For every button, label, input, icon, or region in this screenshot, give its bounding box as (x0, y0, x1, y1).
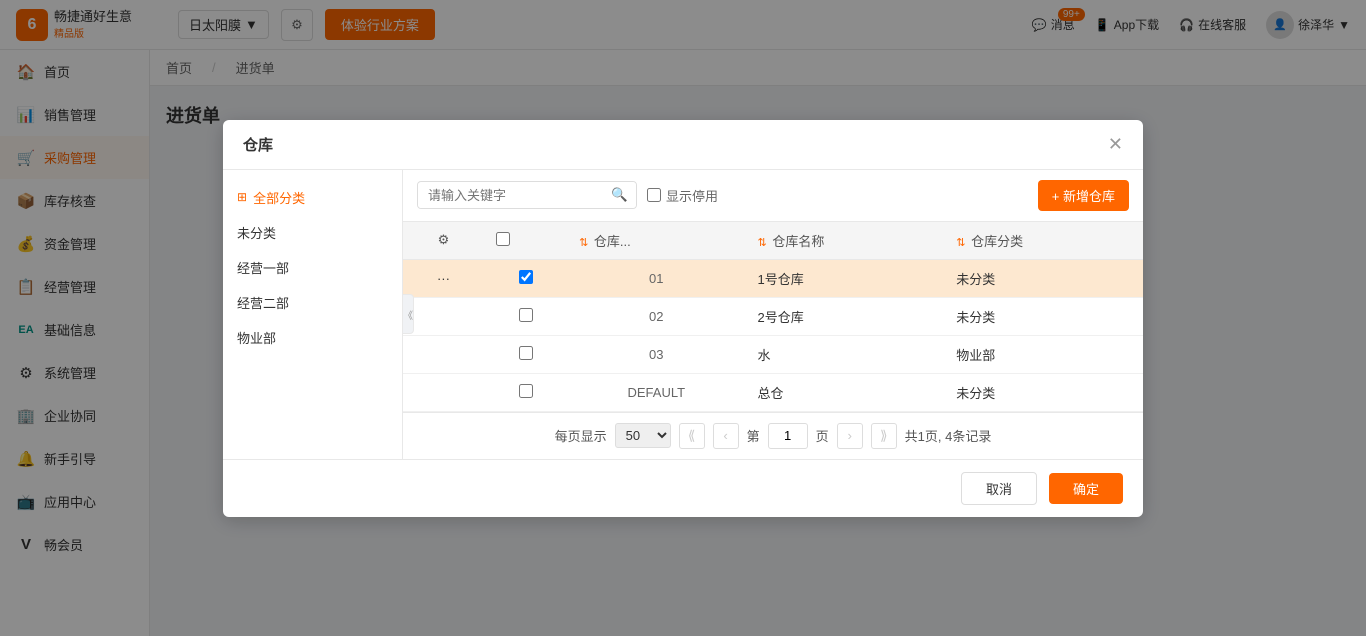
th-warehouse-name[interactable]: ⇅ 仓库名称 (745, 222, 944, 260)
row-checkbox[interactable] (519, 384, 533, 398)
tree-item-all[interactable]: ⊞ 全部分类 (223, 180, 402, 215)
dialog-header: 仓库 ✕ (223, 120, 1143, 170)
sort-icon: ⇅ (579, 237, 588, 249)
row-checkbox-cell (484, 297, 567, 335)
prev-page-button[interactable]: ‹ (713, 423, 739, 449)
dialog-title: 仓库 (243, 134, 273, 155)
page-label: 第 (747, 426, 760, 445)
warehouse-table: ⚙ ⇅ 仓库... ⇅ (403, 222, 1143, 412)
total-info: 共1页, 4条记录 (905, 426, 992, 445)
dialog-footer: 取消 确定 (223, 459, 1143, 517)
show-disabled-label: 显示停用 (647, 186, 718, 205)
row-category: 未分类 (944, 373, 1143, 411)
tree-item-uncategorized[interactable]: 未分类 (223, 215, 402, 250)
page-unit: 页 (816, 426, 829, 445)
row-actions[interactable] (403, 335, 484, 373)
per-page-label: 每页显示 (555, 426, 607, 445)
row-id: DEFAULT (567, 373, 745, 411)
cancel-button[interactable]: 取消 (961, 472, 1037, 505)
category-tree-panel: ⊞ 全部分类 未分类 经营一部 经营二部 物业部 《 (223, 170, 403, 459)
table-row[interactable]: ··· 01 1号仓库 未分类 (403, 259, 1143, 297)
row-id: 03 (567, 335, 745, 373)
warehouse-table-container: ⚙ ⇅ 仓库... ⇅ (403, 222, 1143, 412)
table-row[interactable]: 03 水 物业部 (403, 335, 1143, 373)
dialog-close-button[interactable]: ✕ (1108, 134, 1123, 155)
row-name: 总仓 (745, 373, 944, 411)
page-number-input[interactable] (768, 423, 808, 449)
search-button[interactable]: 🔍 (603, 182, 636, 208)
pagination: 每页显示 50 100 200 ⟪ ‹ 第 页 › ⟫ 共1页, 4条记录 (403, 412, 1143, 459)
row-actions[interactable] (403, 373, 484, 411)
show-disabled-checkbox[interactable] (647, 188, 661, 202)
th-checkbox (484, 222, 567, 260)
dialog-body: ⊞ 全部分类 未分类 经营一部 经营二部 物业部 《 (223, 170, 1143, 459)
last-page-button[interactable]: ⟫ (871, 423, 897, 449)
table-row[interactable]: DEFAULT 总仓 未分类 (403, 373, 1143, 411)
search-input[interactable] (418, 183, 603, 208)
tree-panel-toggle[interactable]: 《 (402, 294, 414, 334)
first-page-button[interactable]: ⟪ (679, 423, 705, 449)
row-id: 01 (567, 259, 745, 297)
confirm-button[interactable]: 确定 (1049, 473, 1123, 504)
th-warehouse-category[interactable]: ⇅ 仓库分类 (944, 222, 1143, 260)
tree-item-ops-2[interactable]: 经营二部 (223, 285, 402, 320)
row-actions[interactable] (403, 297, 484, 335)
row-name: 2号仓库 (745, 297, 944, 335)
row-actions[interactable]: ··· (403, 259, 484, 297)
grid-icon: ⊞ (237, 190, 247, 204)
select-all-checkbox[interactable] (496, 232, 510, 246)
row-checkbox[interactable] (519, 346, 533, 360)
th-setting[interactable]: ⚙ (403, 222, 484, 260)
add-warehouse-button[interactable]: + 新增仓库 (1038, 180, 1129, 211)
row-category: 物业部 (944, 335, 1143, 373)
row-name: 1号仓库 (745, 259, 944, 297)
row-checkbox-cell (484, 335, 567, 373)
page-size-select[interactable]: 50 100 200 (615, 423, 671, 448)
row-id: 02 (567, 297, 745, 335)
tree-item-ops-1[interactable]: 经营一部 (223, 250, 402, 285)
th-warehouse-code[interactable]: ⇅ 仓库... (567, 222, 745, 260)
row-category: 未分类 (944, 297, 1143, 335)
data-toolbar: 🔍 显示停用 + 新增仓库 (403, 170, 1143, 222)
tree-item-property[interactable]: 物业部 (223, 320, 402, 355)
column-settings-icon: ⚙ (438, 232, 450, 247)
next-page-button[interactable]: › (837, 423, 863, 449)
row-name: 水 (745, 335, 944, 373)
row-checkbox-cell (484, 259, 567, 297)
modal-overlay: 仓库 ✕ ⊞ 全部分类 未分类 经营一部 经营二部 (0, 0, 1366, 636)
row-checkbox[interactable] (519, 308, 533, 322)
warehouse-dialog: 仓库 ✕ ⊞ 全部分类 未分类 经营一部 经营二部 (223, 120, 1143, 517)
sort-icon-category: ⇅ (956, 237, 965, 249)
row-category: 未分类 (944, 259, 1143, 297)
table-row[interactable]: 02 2号仓库 未分类 (403, 297, 1143, 335)
sort-icon-name: ⇅ (757, 237, 766, 249)
row-checkbox-cell (484, 373, 567, 411)
row-checkbox[interactable] (519, 270, 533, 284)
search-box: 🔍 (417, 181, 637, 209)
warehouse-data-panel: 🔍 显示停用 + 新增仓库 ⚙ (403, 170, 1143, 459)
